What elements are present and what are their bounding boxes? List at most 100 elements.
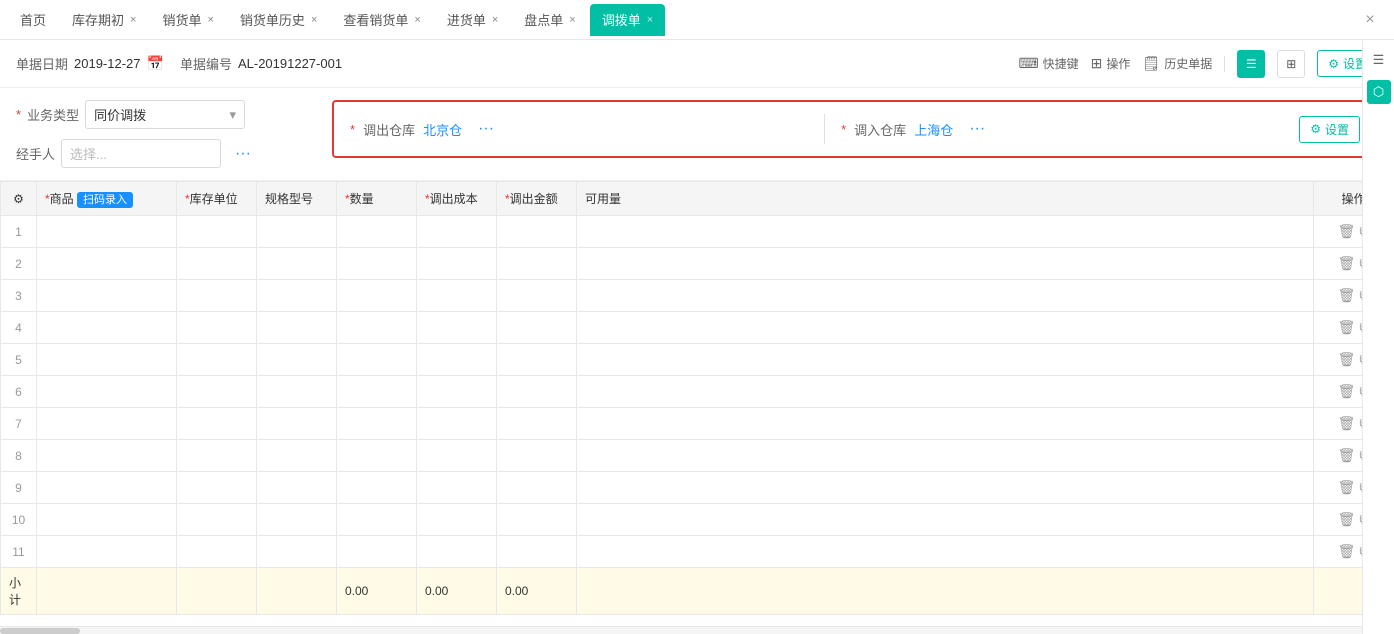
cell-unit[interactable] — [177, 312, 257, 344]
tab-view-sales[interactable]: 查看销货单 × — [331, 4, 432, 36]
col-settings[interactable]: ⚙ — [1, 182, 37, 216]
scan-button[interactable]: 扫码录入 — [77, 192, 133, 208]
cell-product[interactable] — [37, 280, 177, 312]
cell-quantity[interactable] — [337, 472, 417, 504]
cell-spec[interactable] — [257, 408, 337, 440]
cell-amount[interactable] — [497, 504, 577, 536]
handler-select[interactable]: 选择... — [61, 139, 221, 168]
close-view-sales[interactable]: × — [414, 14, 420, 26]
cell-available[interactable] — [577, 408, 1314, 440]
operation-button[interactable]: ⊞ 操作 — [1091, 55, 1131, 72]
cell-unit[interactable] — [177, 408, 257, 440]
delete-icon[interactable]: 🗑 — [1338, 511, 1356, 528]
calendar-icon[interactable]: 📅 — [147, 55, 164, 72]
cell-cost[interactable] — [417, 280, 497, 312]
close-transfer[interactable]: × — [647, 14, 653, 26]
cell-spec[interactable] — [257, 376, 337, 408]
grid-view-button[interactable]: ⊞ — [1277, 50, 1305, 78]
tab-sales-order[interactable]: 销货单 × — [150, 4, 225, 36]
close-stocktake[interactable]: × — [569, 14, 575, 26]
cell-unit[interactable] — [177, 472, 257, 504]
cell-product[interactable] — [37, 312, 177, 344]
cell-cost[interactable] — [417, 216, 497, 248]
tab-transfer[interactable]: 调拨单 × — [590, 4, 665, 36]
cell-quantity[interactable] — [337, 504, 417, 536]
cell-product[interactable] — [37, 536, 177, 568]
cell-amount[interactable] — [497, 280, 577, 312]
cell-unit[interactable] — [177, 280, 257, 312]
cell-spec[interactable] — [257, 536, 337, 568]
delete-icon[interactable]: 🗑 — [1338, 287, 1356, 304]
delete-icon[interactable]: 🗑 — [1338, 319, 1356, 336]
cell-cost[interactable] — [417, 504, 497, 536]
cell-product[interactable] — [37, 408, 177, 440]
cell-spec[interactable] — [257, 440, 337, 472]
cell-quantity[interactable] — [337, 312, 417, 344]
cell-spec[interactable] — [257, 280, 337, 312]
sidebar-export-icon[interactable]: ⬡ — [1367, 80, 1391, 104]
cell-cost[interactable] — [417, 536, 497, 568]
delete-icon[interactable]: 🗑 — [1338, 415, 1356, 432]
cell-spec[interactable] — [257, 472, 337, 504]
cell-available[interactable] — [577, 504, 1314, 536]
delete-icon[interactable]: 🗑 — [1338, 447, 1356, 464]
cell-amount[interactable] — [497, 472, 577, 504]
delete-icon[interactable]: 🗑 — [1338, 479, 1356, 496]
list-view-button[interactable]: ☰ — [1237, 50, 1265, 78]
cell-unit[interactable] — [177, 344, 257, 376]
sidebar-list-icon[interactable]: ☰ — [1367, 48, 1391, 72]
cell-spec[interactable] — [257, 216, 337, 248]
horizontal-scrollbar[interactable] — [0, 626, 1394, 634]
scroll-thumb[interactable] — [0, 628, 80, 634]
close-purchase[interactable]: × — [492, 14, 498, 26]
tab-home[interactable]: 首页 — [8, 4, 58, 36]
cell-spec[interactable] — [257, 248, 337, 280]
out-warehouse-more-button[interactable]: ··· — [478, 120, 494, 138]
cell-amount[interactable] — [497, 344, 577, 376]
cell-available[interactable] — [577, 536, 1314, 568]
warehouse-settings-button[interactable]: ⚙ 设置 — [1299, 116, 1360, 143]
cell-product[interactable] — [37, 472, 177, 504]
delete-icon[interactable]: 🗑 — [1338, 543, 1356, 560]
cell-available[interactable] — [577, 344, 1314, 376]
cell-spec[interactable] — [257, 504, 337, 536]
cell-amount[interactable] — [497, 440, 577, 472]
cell-available[interactable] — [577, 376, 1314, 408]
cell-spec[interactable] — [257, 312, 337, 344]
cell-unit[interactable] — [177, 504, 257, 536]
cell-quantity[interactable] — [337, 440, 417, 472]
tab-stocktake[interactable]: 盘点单 × — [512, 4, 587, 36]
tab-inventory-init[interactable]: 库存期初 × — [60, 4, 148, 36]
cell-available[interactable] — [577, 248, 1314, 280]
cell-unit[interactable] — [177, 248, 257, 280]
cell-product[interactable] — [37, 440, 177, 472]
cell-cost[interactable] — [417, 344, 497, 376]
cell-spec[interactable] — [257, 344, 337, 376]
close-sales-order[interactable]: × — [207, 14, 213, 26]
cell-unit[interactable] — [177, 216, 257, 248]
delete-icon[interactable]: 🗑 — [1338, 255, 1356, 272]
cell-quantity[interactable] — [337, 408, 417, 440]
cell-cost[interactable] — [417, 408, 497, 440]
cell-product[interactable] — [37, 376, 177, 408]
cell-amount[interactable] — [497, 248, 577, 280]
cell-product[interactable] — [37, 344, 177, 376]
cell-quantity[interactable] — [337, 536, 417, 568]
cell-amount[interactable] — [497, 216, 577, 248]
shortcut-button[interactable]: ⌨ 快捷键 — [1018, 55, 1078, 72]
in-warehouse-more-button[interactable]: ··· — [969, 120, 985, 138]
cell-available[interactable] — [577, 312, 1314, 344]
cell-cost[interactable] — [417, 376, 497, 408]
cell-product[interactable] — [37, 504, 177, 536]
cell-quantity[interactable] — [337, 248, 417, 280]
cell-unit[interactable] — [177, 440, 257, 472]
cell-quantity[interactable] — [337, 344, 417, 376]
cell-product[interactable] — [37, 248, 177, 280]
cell-amount[interactable] — [497, 536, 577, 568]
cell-cost[interactable] — [417, 248, 497, 280]
cell-product[interactable] — [37, 216, 177, 248]
cell-quantity[interactable] — [337, 376, 417, 408]
close-sales-history[interactable]: × — [311, 14, 317, 26]
delete-icon[interactable]: 🗑 — [1338, 351, 1356, 368]
history-button[interactable]: 🗒 历史单据 — [1142, 55, 1212, 72]
